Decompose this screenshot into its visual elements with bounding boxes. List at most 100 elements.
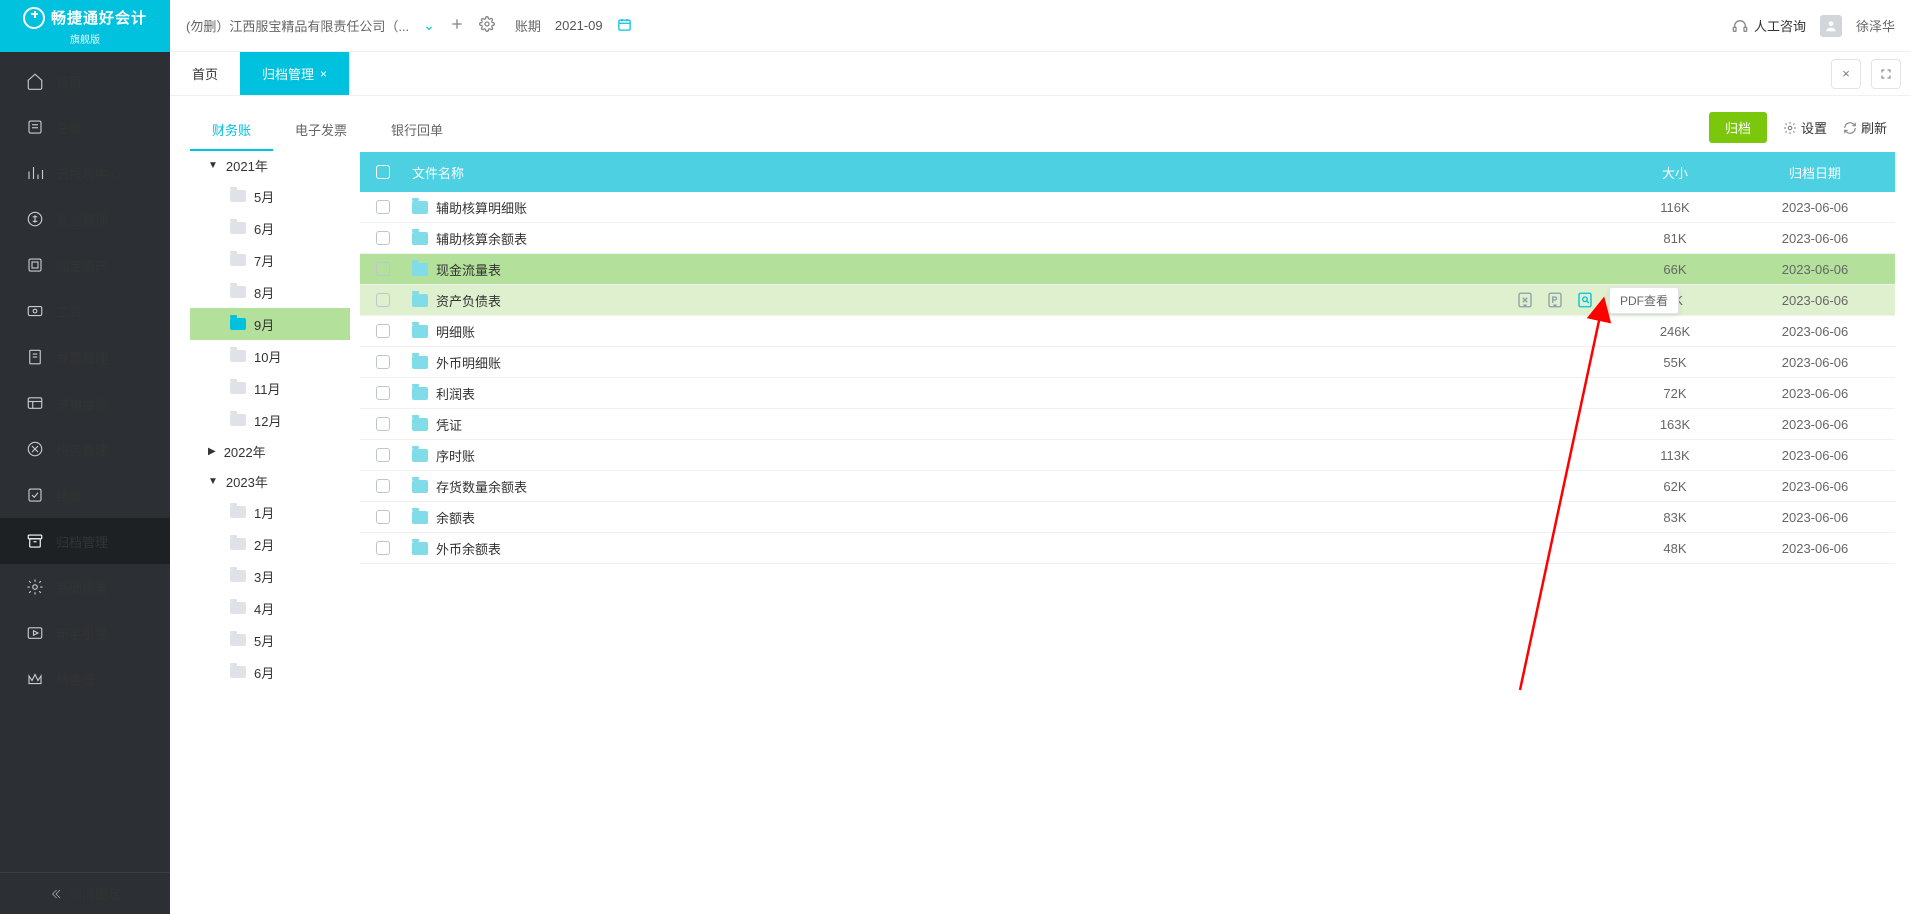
org-dropdown-icon[interactable]: ⌄ [423, 17, 435, 34]
tree-month[interactable]: 2月 [190, 528, 350, 560]
nav-item-asset[interactable]: 固定资产 [0, 242, 170, 288]
nav-item-invoice[interactable]: 发票管理 [0, 334, 170, 380]
subtab-bank[interactable]: 银行回单 [369, 110, 465, 151]
ledger-icon [26, 118, 44, 136]
archive-date: 2023-06-06 [1735, 417, 1895, 432]
table-row[interactable]: 利润表72K2023-06-06 [360, 378, 1895, 409]
tree-month[interactable]: 11月 [190, 372, 350, 404]
chart-icon [26, 164, 44, 182]
tree-month[interactable]: 6月 [190, 212, 350, 244]
tab-close-button[interactable]: × [1831, 59, 1861, 89]
fullscreen-button[interactable] [1871, 59, 1901, 89]
row-checkbox[interactable] [376, 355, 390, 369]
nav-item-close[interactable]: 结账 [0, 472, 170, 518]
row-checkbox[interactable] [376, 262, 390, 276]
tab-home[interactable]: 首页 [170, 52, 240, 95]
tree-month[interactable]: 1月 [190, 496, 350, 528]
table-row[interactable]: 外币明细账55K2023-06-06 [360, 347, 1895, 378]
consult-button[interactable]: 人工咨询 [1732, 16, 1806, 35]
table-row[interactable]: 明细账246K2023-06-06 [360, 316, 1895, 347]
table-row[interactable]: 辅助核算余额表81K2023-06-06 [360, 223, 1895, 254]
file-name: 利润表 [436, 384, 475, 403]
tree-year[interactable]: ▼2021年 [190, 150, 350, 180]
file-name: 辅助核算余额表 [436, 229, 527, 248]
tree-month[interactable]: 8月 [190, 276, 350, 308]
nav-item-ledger[interactable]: 总账 [0, 104, 170, 150]
row-checkbox[interactable] [376, 448, 390, 462]
subtab-finance[interactable]: 财务账 [190, 110, 273, 151]
row-checkbox[interactable] [376, 293, 390, 307]
row-checkbox[interactable] [376, 324, 390, 338]
tree-month[interactable]: 6月 [190, 656, 350, 688]
table-row[interactable]: 资产负债表1K2023-06-06PDF查看 [360, 285, 1895, 316]
archive-button[interactable]: 归档 [1709, 112, 1767, 143]
download-pdf-icon[interactable] [1545, 290, 1565, 310]
folder-icon [412, 511, 428, 524]
table-row[interactable]: 余额表83K2023-06-06 [360, 502, 1895, 533]
add-org-button[interactable] [449, 16, 465, 35]
row-checkbox[interactable] [376, 200, 390, 214]
subtab-einvoice[interactable]: 电子发票 [273, 110, 369, 151]
file-name: 凭证 [436, 415, 462, 434]
row-checkbox[interactable] [376, 231, 390, 245]
file-name: 外币明细账 [436, 353, 501, 372]
tree-year[interactable]: ▶2022年 [190, 436, 350, 466]
nav-item-tax[interactable]: 税务管理 [0, 426, 170, 472]
nav-item-archive[interactable]: 归档管理 [0, 518, 170, 564]
folder-icon [230, 538, 246, 550]
nav-item-settings[interactable]: 基础设置 [0, 564, 170, 610]
close-icon[interactable]: × [320, 67, 327, 81]
tree-year[interactable]: ▼2023年 [190, 466, 350, 496]
row-checkbox[interactable] [376, 479, 390, 493]
table-row[interactable]: 序时账113K2023-06-06 [360, 440, 1895, 471]
avatar-icon[interactable] [1820, 15, 1842, 37]
row-checkbox[interactable] [376, 541, 390, 555]
unpin-button[interactable]: 取消固定 [0, 872, 170, 914]
table-row[interactable]: 凭证163K2023-06-06 [360, 409, 1895, 440]
org-settings-button[interactable] [479, 16, 495, 35]
pdf-view-icon[interactable] [1575, 290, 1595, 310]
table-row[interactable]: 存货数量余额表62K2023-06-06 [360, 471, 1895, 502]
download-excel-icon[interactable] [1515, 290, 1535, 310]
folder-icon [230, 222, 246, 234]
nav-item-chart[interactable]: 云报表中心 [0, 150, 170, 196]
folder-icon [230, 382, 246, 394]
row-checkbox[interactable] [376, 510, 390, 524]
tree-month[interactable]: 7月 [190, 244, 350, 276]
nav-item-guide[interactable]: 新手引导 [0, 610, 170, 656]
calendar-icon[interactable] [617, 17, 632, 35]
nav-item-stock[interactable]: 进销台账 [0, 380, 170, 426]
table-row[interactable]: 外币余额表48K2023-06-06 [360, 533, 1895, 564]
refresh-button[interactable]: 刷新 [1843, 118, 1887, 137]
tree-month[interactable]: 4月 [190, 592, 350, 624]
tree-month[interactable]: 3月 [190, 560, 350, 592]
folder-icon [412, 542, 428, 555]
folder-icon [230, 318, 246, 330]
tree-month[interactable]: 9月 [190, 308, 350, 340]
tree-month[interactable]: 5月 [190, 624, 350, 656]
nav-item-fund[interactable]: 资金管理 [0, 196, 170, 242]
headset-icon [1732, 18, 1748, 34]
nav-item-vip[interactable]: 畅会员 [0, 656, 170, 702]
folder-icon [230, 254, 246, 266]
period-value[interactable]: 2021-09 [555, 18, 603, 33]
table-row[interactable]: 现金流量表66K2023-06-06 [360, 254, 1895, 285]
user-name[interactable]: 徐泽华 [1856, 16, 1895, 35]
tree-month[interactable]: 12月 [190, 404, 350, 436]
salary-icon [26, 302, 44, 320]
row-checkbox[interactable] [376, 386, 390, 400]
tree-month[interactable]: 5月 [190, 180, 350, 212]
org-selector[interactable]: (勿删）江西服宝精品有限责任公司（... [186, 16, 409, 35]
vip-icon [26, 670, 44, 688]
settings-button[interactable]: 设置 [1783, 118, 1827, 137]
archive-date: 2023-06-06 [1735, 541, 1895, 556]
select-all-checkbox[interactable] [376, 165, 390, 179]
table-row[interactable]: 辅助核算明细账116K2023-06-06 [360, 192, 1895, 223]
file-size: 72K [1615, 386, 1735, 401]
nav-item-salary[interactable]: 工资 [0, 288, 170, 334]
file-name: 辅助核算明细账 [436, 198, 527, 217]
tab-archive[interactable]: 归档管理× [240, 52, 349, 95]
tree-month[interactable]: 10月 [190, 340, 350, 372]
row-checkbox[interactable] [376, 417, 390, 431]
nav-item-home[interactable]: 首页 [0, 58, 170, 104]
